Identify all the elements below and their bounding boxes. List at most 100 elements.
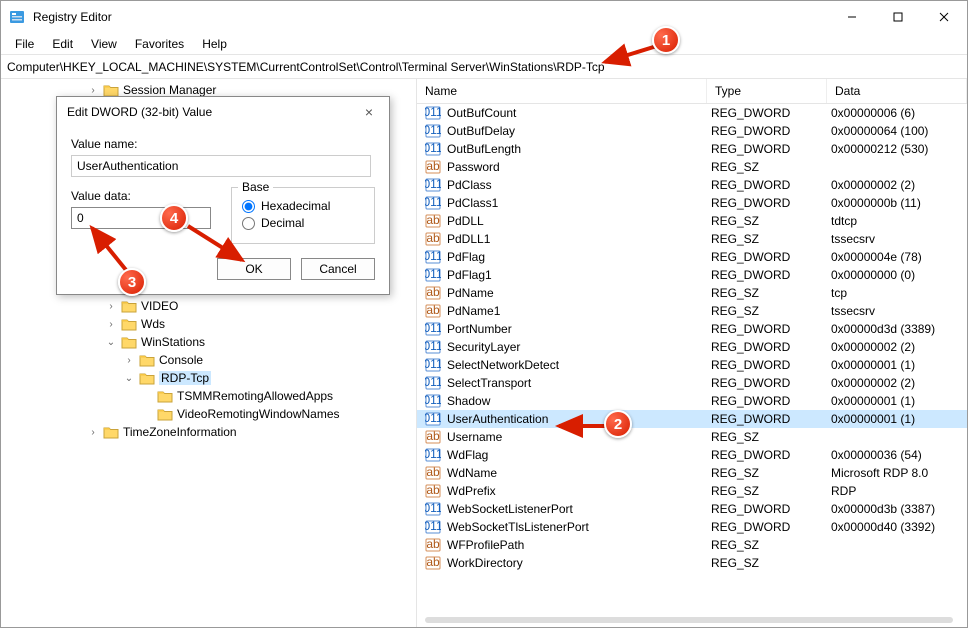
menu-favorites[interactable]: Favorites bbox=[127, 35, 192, 53]
value-row[interactable]: 011SelectTransportREG_DWORD0x00000002 (2… bbox=[417, 374, 967, 392]
value-row[interactable]: 011UserAuthenticationREG_DWORD0x00000001… bbox=[417, 410, 967, 428]
menu-file[interactable]: File bbox=[7, 35, 42, 53]
string-icon: ab bbox=[425, 303, 441, 319]
value-row[interactable]: 011WebSocketTlsListenerPortREG_DWORD0x00… bbox=[417, 518, 967, 536]
radio-hexadecimal[interactable]: Hexadecimal bbox=[242, 199, 364, 213]
menu-help[interactable]: Help bbox=[194, 35, 235, 53]
tree-node[interactable]: › TimeZoneInformation bbox=[1, 423, 416, 441]
value-row[interactable]: 011PdFlag1REG_DWORD0x00000000 (0) bbox=[417, 266, 967, 284]
value-data: tssecsrv bbox=[831, 304, 967, 318]
svg-text:011: 011 bbox=[425, 267, 441, 281]
value-row[interactable]: abPdDLLREG_SZtdtcp bbox=[417, 212, 967, 230]
dword-icon: 011 bbox=[425, 105, 441, 121]
tree-node[interactable]: ⌄RDP-Tcp bbox=[1, 369, 416, 387]
dword-icon: 011 bbox=[425, 375, 441, 391]
string-icon: ab bbox=[425, 465, 441, 481]
list-header: Name Type Data bbox=[417, 79, 967, 104]
string-icon: ab bbox=[425, 159, 441, 175]
tree-node[interactable]: VideoRemotingWindowNames bbox=[1, 405, 416, 423]
value-type: REG_SZ bbox=[711, 214, 831, 228]
value-row[interactable]: abPdName1REG_SZtssecsrv bbox=[417, 302, 967, 320]
dword-icon: 011 bbox=[425, 411, 441, 427]
dword-icon: 011 bbox=[425, 339, 441, 355]
cancel-button[interactable]: Cancel bbox=[301, 258, 375, 280]
col-type[interactable]: Type bbox=[707, 79, 827, 103]
value-row[interactable]: abWdNameREG_SZMicrosoft RDP 8.0 bbox=[417, 464, 967, 482]
value-name: PdDLL bbox=[447, 214, 711, 228]
value-row[interactable]: abPdDLL1REG_SZtssecsrv bbox=[417, 230, 967, 248]
address-input[interactable] bbox=[5, 58, 963, 76]
tree-node[interactable]: TSMMRemotingAllowedApps bbox=[1, 387, 416, 405]
value-name: OutBufLength bbox=[447, 142, 711, 156]
value-row[interactable]: 011WdFlagREG_DWORD0x00000036 (54) bbox=[417, 446, 967, 464]
dialog-title: Edit DWORD (32-bit) Value bbox=[67, 105, 212, 119]
radio-decimal[interactable]: Decimal bbox=[242, 216, 364, 230]
value-row[interactable]: 011OutBufLengthREG_DWORD0x00000212 (530) bbox=[417, 140, 967, 158]
expand-icon[interactable]: ⌄ bbox=[121, 373, 137, 384]
value-name: OutBufDelay bbox=[447, 124, 711, 138]
value-row[interactable]: 011WebSocketListenerPortREG_DWORD0x00000… bbox=[417, 500, 967, 518]
value-row[interactable]: 011PortNumberREG_DWORD0x00000d3d (3389) bbox=[417, 320, 967, 338]
value-row[interactable]: 011OutBufDelayREG_DWORD0x00000064 (100) bbox=[417, 122, 967, 140]
string-icon: ab bbox=[425, 285, 441, 301]
expand-icon[interactable]: › bbox=[103, 301, 119, 312]
expand-icon[interactable]: › bbox=[121, 355, 137, 366]
value-row[interactable]: 011PdClassREG_DWORD0x00000002 (2) bbox=[417, 176, 967, 194]
folder-icon bbox=[157, 389, 173, 403]
value-name: PdName bbox=[447, 286, 711, 300]
svg-text:011: 011 bbox=[425, 195, 441, 209]
callout-3: 3 bbox=[118, 268, 146, 296]
tree-label: TimeZoneInformation bbox=[123, 425, 237, 439]
svg-text:011: 011 bbox=[425, 447, 441, 461]
value-data-label: Value data: bbox=[71, 189, 211, 203]
svg-text:ab: ab bbox=[426, 483, 440, 497]
value-name: WdFlag bbox=[447, 448, 711, 462]
value-row[interactable]: abPasswordREG_SZ bbox=[417, 158, 967, 176]
value-type: REG_DWORD bbox=[711, 196, 831, 210]
value-row[interactable]: abWdPrefixREG_SZRDP bbox=[417, 482, 967, 500]
value-row[interactable]: 011PdClass1REG_DWORD0x0000000b (11) bbox=[417, 194, 967, 212]
value-row[interactable]: abUsernameREG_SZ bbox=[417, 428, 967, 446]
dword-icon: 011 bbox=[425, 267, 441, 283]
window-title: Registry Editor bbox=[33, 10, 829, 24]
maximize-button[interactable] bbox=[875, 1, 921, 33]
value-data: 0x0000000b (11) bbox=[831, 196, 967, 210]
expand-icon[interactable]: › bbox=[85, 85, 101, 96]
value-type: REG_SZ bbox=[711, 430, 831, 444]
value-row[interactable]: 011SelectNetworkDetectREG_DWORD0x0000000… bbox=[417, 356, 967, 374]
menu-edit[interactable]: Edit bbox=[44, 35, 81, 53]
value-row[interactable]: 011PdFlagREG_DWORD0x0000004e (78) bbox=[417, 248, 967, 266]
expand-icon[interactable]: › bbox=[103, 319, 119, 330]
menu-view[interactable]: View bbox=[83, 35, 125, 53]
value-row[interactable]: 011OutBufCountREG_DWORD0x00000006 (6) bbox=[417, 104, 967, 122]
value-row[interactable]: abWorkDirectoryREG_SZ bbox=[417, 554, 967, 572]
tree-node[interactable]: ⌄WinStations bbox=[1, 333, 416, 351]
col-name[interactable]: Name bbox=[417, 79, 707, 103]
tree-node[interactable]: ›VIDEO bbox=[1, 297, 416, 315]
value-name: PortNumber bbox=[447, 322, 711, 336]
list-pane[interactable]: Name Type Data 011OutBufCountREG_DWORD0x… bbox=[417, 79, 967, 627]
dialog-close-button[interactable]: × bbox=[359, 104, 379, 120]
tree-node[interactable]: ›Wds bbox=[1, 315, 416, 333]
folder-icon bbox=[139, 371, 155, 385]
base-label: Base bbox=[238, 180, 273, 194]
value-row[interactable]: 011ShadowREG_DWORD0x00000001 (1) bbox=[417, 392, 967, 410]
callout-4: 4 bbox=[160, 204, 188, 232]
close-button[interactable] bbox=[921, 1, 967, 33]
value-type: REG_DWORD bbox=[711, 448, 831, 462]
folder-icon bbox=[157, 407, 173, 421]
col-data[interactable]: Data bbox=[827, 79, 967, 103]
horizontal-scrollbar[interactable] bbox=[417, 615, 961, 625]
expand-icon[interactable]: ⌄ bbox=[103, 337, 119, 348]
value-name: WFProfilePath bbox=[447, 538, 711, 552]
value-name-field[interactable]: UserAuthentication bbox=[71, 155, 371, 177]
value-type: REG_SZ bbox=[711, 466, 831, 480]
expand-icon[interactable]: › bbox=[85, 427, 101, 438]
value-row[interactable]: abWFProfilePathREG_SZ bbox=[417, 536, 967, 554]
value-data: 0x00000002 (2) bbox=[831, 340, 967, 354]
value-data: 0x00000064 (100) bbox=[831, 124, 967, 138]
value-row[interactable]: abPdNameREG_SZtcp bbox=[417, 284, 967, 302]
value-row[interactable]: 011SecurityLayerREG_DWORD0x00000002 (2) bbox=[417, 338, 967, 356]
tree-node[interactable]: ›Console bbox=[1, 351, 416, 369]
minimize-button[interactable] bbox=[829, 1, 875, 33]
